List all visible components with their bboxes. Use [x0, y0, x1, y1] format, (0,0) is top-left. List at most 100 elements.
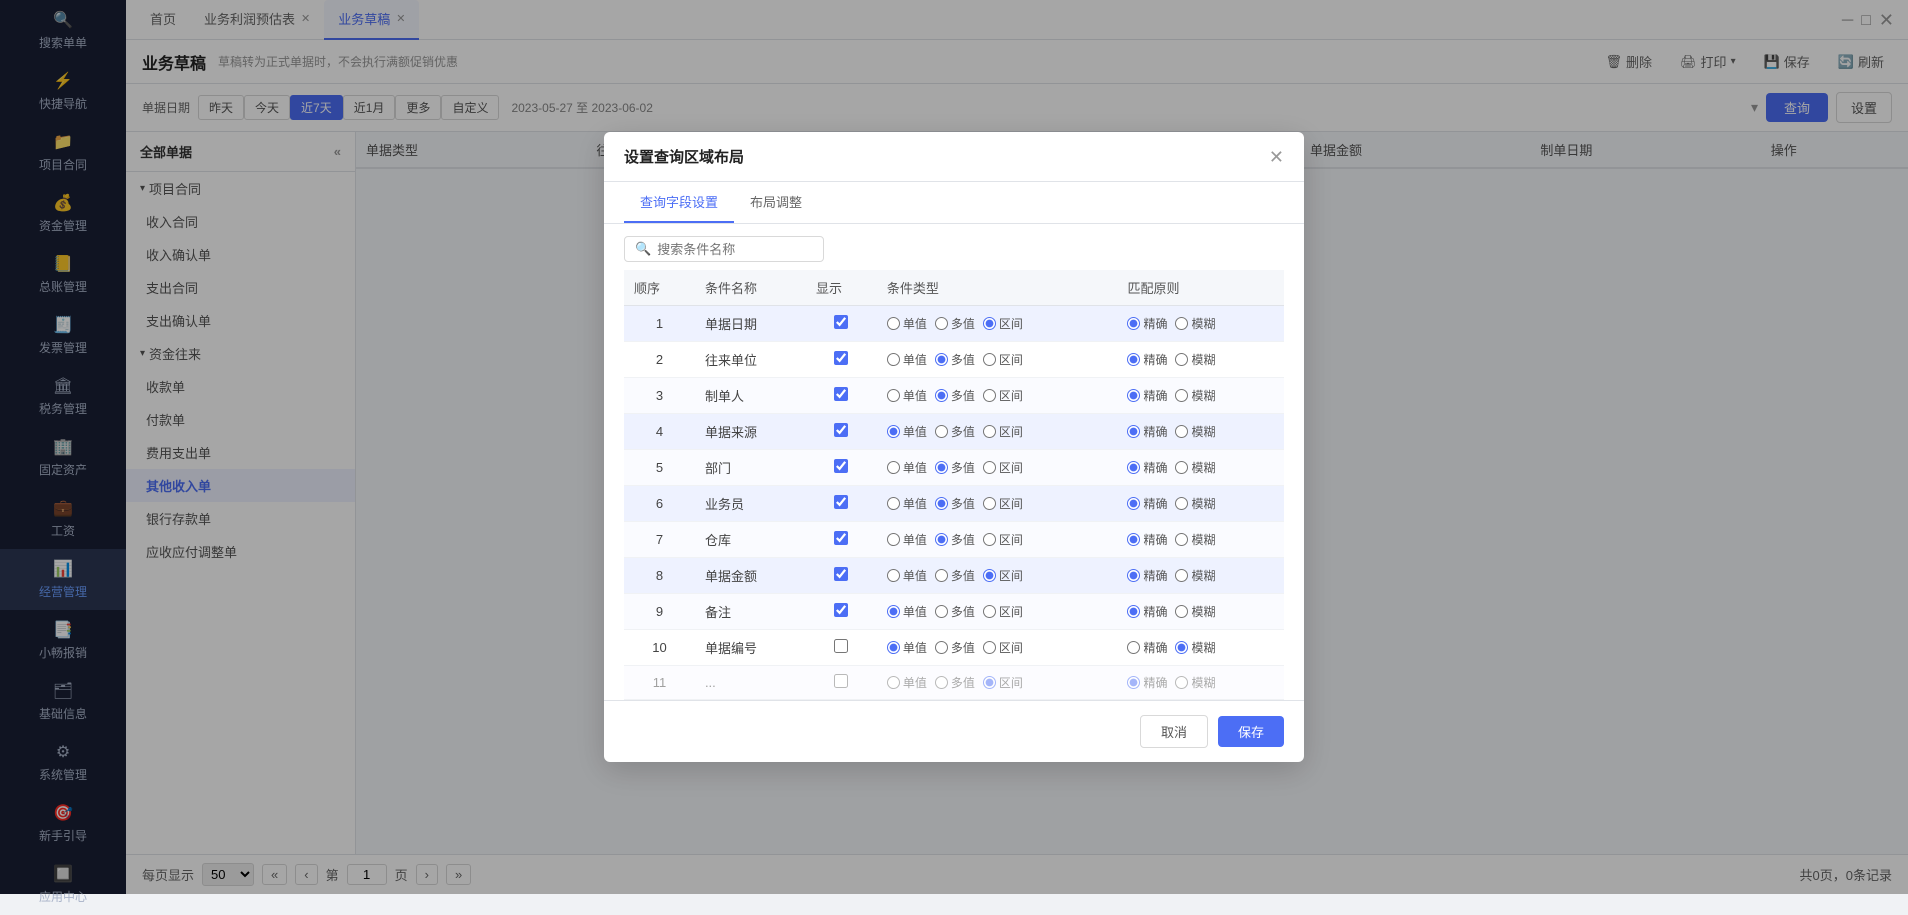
cell-visible[interactable] [806, 594, 877, 630]
radio-input-type-单值[interactable] [887, 425, 900, 438]
radio-input-match-模糊[interactable] [1175, 461, 1188, 474]
cancel-button[interactable]: 取消 [1140, 715, 1208, 748]
radio-match-精确[interactable]: 精确 [1127, 315, 1167, 332]
radio-input[interactable] [887, 676, 900, 689]
radio-type-单值[interactable]: 单值 [887, 459, 927, 476]
radio-input-type-多值[interactable] [935, 569, 948, 582]
radio-type-单值[interactable]: 单值 [887, 351, 927, 368]
radio-input-match-模糊[interactable] [1175, 317, 1188, 330]
radio-match-精确[interactable]: 精确 [1127, 531, 1167, 548]
radio-match-精确[interactable]: 精确 [1127, 423, 1167, 440]
radio-input-match-模糊[interactable] [1175, 353, 1188, 366]
radio-type-多值[interactable]: 多值 [935, 423, 975, 440]
radio-input-type-单值[interactable] [887, 317, 900, 330]
radio-type-区间[interactable]: 区间 [983, 459, 1023, 476]
radio-input-match[interactable] [1175, 676, 1188, 689]
radio-input-match-精确[interactable] [1127, 569, 1140, 582]
radio-input-type-多值[interactable] [935, 497, 948, 510]
radio-input-type-多值[interactable] [935, 641, 948, 654]
radio-input-type-单值[interactable] [887, 605, 900, 618]
radio-input-type-单值[interactable] [887, 497, 900, 510]
radio-type-多值[interactable]: 多值 [935, 315, 975, 332]
radio-type-区间[interactable]: 区间 [983, 315, 1023, 332]
radio-match-模糊[interactable]: 模糊 [1175, 351, 1215, 368]
radio-match-模糊[interactable]: 模糊 [1175, 567, 1215, 584]
radio-match-精确[interactable]: 精确 [1127, 674, 1167, 691]
radio-input-type-单值[interactable] [887, 569, 900, 582]
radio-type-多值[interactable]: 多值 [935, 567, 975, 584]
radio-input-type-区间[interactable] [983, 533, 996, 546]
radio-input-match[interactable] [1127, 676, 1140, 689]
radio-input-match-精确[interactable] [1127, 389, 1140, 402]
radio-type-单值[interactable]: 单值 [887, 674, 927, 691]
radio-input-type-多值[interactable] [935, 389, 948, 402]
radio-match-模糊[interactable]: 模糊 [1175, 387, 1215, 404]
visibility-checkbox[interactable] [834, 459, 848, 473]
radio-input-match-模糊[interactable] [1175, 497, 1188, 510]
radio-input-match-精确[interactable] [1127, 605, 1140, 618]
radio-match-模糊[interactable]: 模糊 [1175, 639, 1215, 656]
radio-input-match-精确[interactable] [1127, 497, 1140, 510]
radio-match-模糊[interactable]: 模糊 [1175, 315, 1215, 332]
visibility-checkbox[interactable] [834, 603, 848, 617]
radio-match-精确[interactable]: 精确 [1127, 387, 1167, 404]
radio-input-type-多值[interactable] [935, 425, 948, 438]
visibility-checkbox[interactable] [834, 423, 848, 437]
radio-type-区间[interactable]: 区间 [983, 603, 1023, 620]
radio-input-match-模糊[interactable] [1175, 425, 1188, 438]
radio-type-区间[interactable]: 区间 [983, 531, 1023, 548]
radio-match-精确[interactable]: 精确 [1127, 459, 1167, 476]
visibility-checkbox[interactable] [834, 351, 848, 365]
radio-input-type-区间[interactable] [983, 605, 996, 618]
cell-visible[interactable] [806, 306, 877, 342]
radio-input-type-区间[interactable] [983, 425, 996, 438]
modal-tab-layout[interactable]: 布局调整 [734, 182, 818, 223]
visibility-checkbox[interactable] [834, 495, 848, 509]
visibility-checkbox[interactable] [834, 531, 848, 545]
radio-input-type-单值[interactable] [887, 533, 900, 546]
radio-input-type-单值[interactable] [887, 353, 900, 366]
radio-type-单值[interactable]: 单值 [887, 603, 927, 620]
radio-input-match-模糊[interactable] [1175, 389, 1188, 402]
radio-match-模糊[interactable]: 模糊 [1175, 603, 1215, 620]
save-button[interactable]: 保存 [1218, 716, 1284, 747]
radio-input-type-单值[interactable] [887, 389, 900, 402]
modal-tab-field[interactable]: 查询字段设置 [624, 182, 734, 223]
radio-type-多值[interactable]: 多值 [935, 495, 975, 512]
radio-type-多值[interactable]: 多值 [935, 674, 975, 691]
radio-input-match-精确[interactable] [1127, 533, 1140, 546]
radio-input-match-精确[interactable] [1127, 641, 1140, 654]
radio-input-type-多值[interactable] [935, 317, 948, 330]
radio-input-type-区间[interactable] [983, 317, 996, 330]
radio-input-match-精确[interactable] [1127, 425, 1140, 438]
radio-type-多值[interactable]: 多值 [935, 639, 975, 656]
cell-visible[interactable] [806, 414, 877, 450]
radio-type-区间[interactable]: 区间 [983, 674, 1023, 691]
visibility-checkbox[interactable] [834, 567, 848, 581]
cell-visible[interactable] [806, 666, 877, 700]
radio-match-精确[interactable]: 精确 [1127, 639, 1167, 656]
visibility-checkbox[interactable] [834, 387, 848, 401]
radio-input[interactable] [935, 676, 948, 689]
radio-input-match-精确[interactable] [1127, 353, 1140, 366]
radio-match-模糊[interactable]: 模糊 [1175, 423, 1215, 440]
radio-input-type-区间[interactable] [983, 389, 996, 402]
radio-input-type-区间[interactable] [983, 497, 996, 510]
radio-match-模糊[interactable]: 模糊 [1175, 674, 1215, 691]
radio-type-区间[interactable]: 区间 [983, 495, 1023, 512]
radio-input-type-区间[interactable] [983, 641, 996, 654]
radio-input-match-精确[interactable] [1127, 317, 1140, 330]
visibility-checkbox[interactable] [834, 674, 848, 688]
radio-match-模糊[interactable]: 模糊 [1175, 495, 1215, 512]
radio-input-type-区间[interactable] [983, 569, 996, 582]
radio-type-区间[interactable]: 区间 [983, 567, 1023, 584]
radio-input-match-模糊[interactable] [1175, 641, 1188, 654]
radio-input[interactable] [983, 676, 996, 689]
radio-input-match-精确[interactable] [1127, 461, 1140, 474]
visibility-checkbox[interactable] [834, 639, 848, 653]
visibility-checkbox[interactable] [834, 315, 848, 329]
cell-visible[interactable] [806, 522, 877, 558]
radio-input-type-区间[interactable] [983, 461, 996, 474]
radio-input-type-单值[interactable] [887, 641, 900, 654]
radio-match-精确[interactable]: 精确 [1127, 603, 1167, 620]
